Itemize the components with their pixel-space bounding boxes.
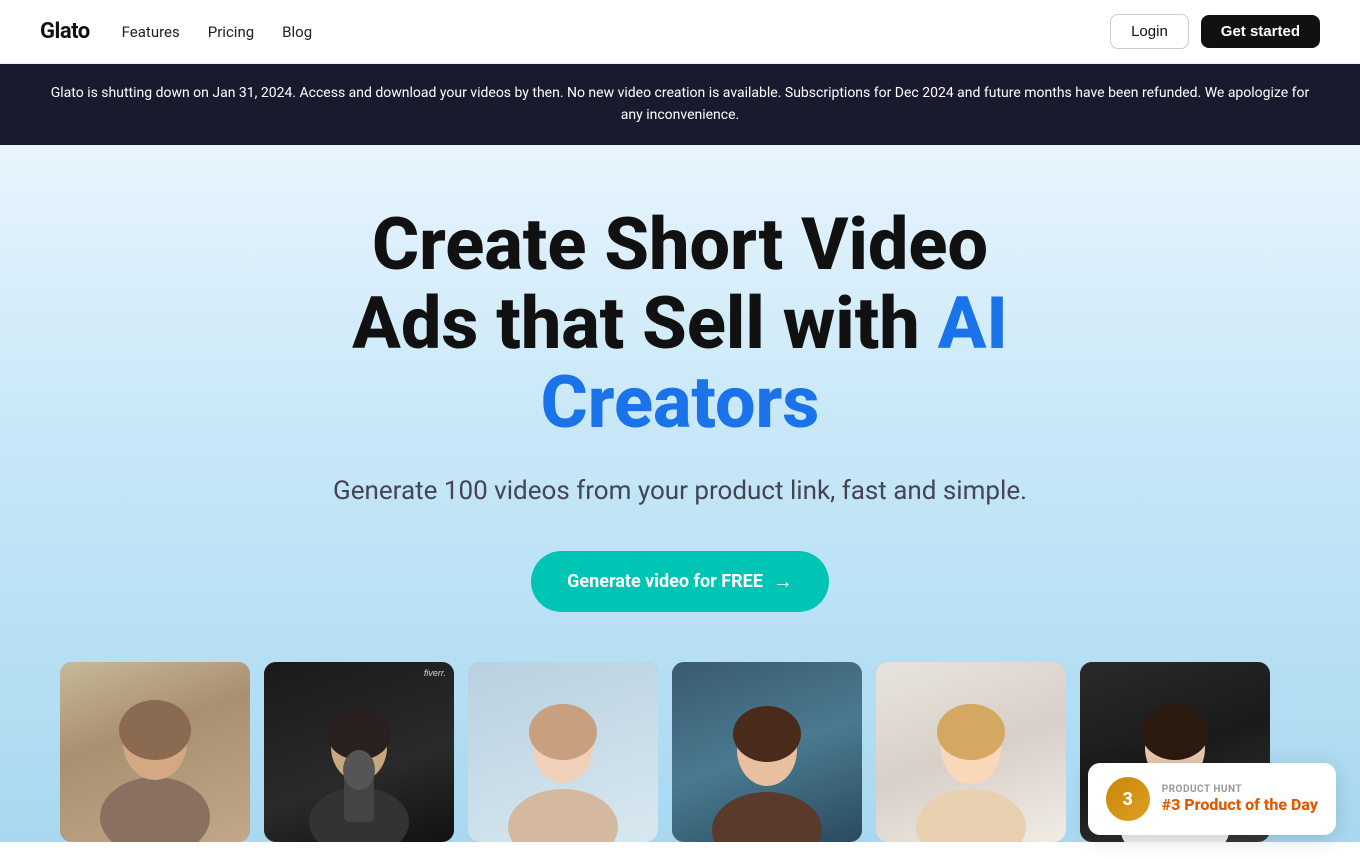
get-started-button[interactable]: Get started (1201, 15, 1320, 48)
logo[interactable]: Glato (40, 19, 90, 44)
product-hunt-badge[interactable]: 3 PRODUCT HUNT #3 Product of the Day (1088, 763, 1336, 835)
video-card-3 (468, 662, 658, 842)
ph-text: PRODUCT HUNT #3 Product of the Day (1162, 784, 1318, 814)
video-card-1 (60, 662, 250, 842)
hero-subtitle: Generate 100 videos from your product li… (333, 472, 1027, 511)
ph-title: #3 Product of the Day (1162, 795, 1318, 814)
nav-links: Features Pricing Blog (122, 23, 312, 41)
nav-link-blog[interactable]: Blog (282, 23, 312, 41)
cta-arrow-icon: → (773, 569, 793, 594)
navbar: Glato Features Pricing Blog Login Get st… (0, 0, 1360, 64)
hero-title-line1: Create Short Video (372, 202, 988, 287)
video-card-5 (876, 662, 1066, 842)
video-card-2: fiverr. (264, 662, 454, 842)
navbar-left: Glato Features Pricing Blog (40, 19, 312, 44)
ph-rank: 3 (1123, 789, 1133, 810)
hero-section: Create Short Video Ads that Sell with AI… (0, 145, 1360, 843)
ph-label: PRODUCT HUNT (1162, 784, 1318, 795)
navbar-right: Login Get started (1110, 14, 1320, 49)
announcement-banner: Glato is shutting down on Jan 31, 2024. … (0, 64, 1360, 145)
login-button[interactable]: Login (1110, 14, 1189, 49)
announcement-text: Glato is shutting down on Jan 31, 2024. … (40, 82, 1320, 127)
hero-title-line3: Creators (541, 360, 820, 445)
ph-medal: 3 (1106, 777, 1150, 821)
cta-button[interactable]: Generate video for FREE → (531, 551, 829, 612)
hero-title-highlight: AI (938, 281, 1008, 366)
hero-title: Create Short Video Ads that Sell with AI… (352, 205, 1008, 443)
video-card-4 (672, 662, 862, 842)
hero-title-line2: Ads that Sell with (352, 281, 938, 366)
nav-link-features[interactable]: Features (122, 23, 180, 41)
cta-label: Generate video for FREE (567, 571, 763, 592)
nav-link-pricing[interactable]: Pricing (208, 23, 254, 41)
